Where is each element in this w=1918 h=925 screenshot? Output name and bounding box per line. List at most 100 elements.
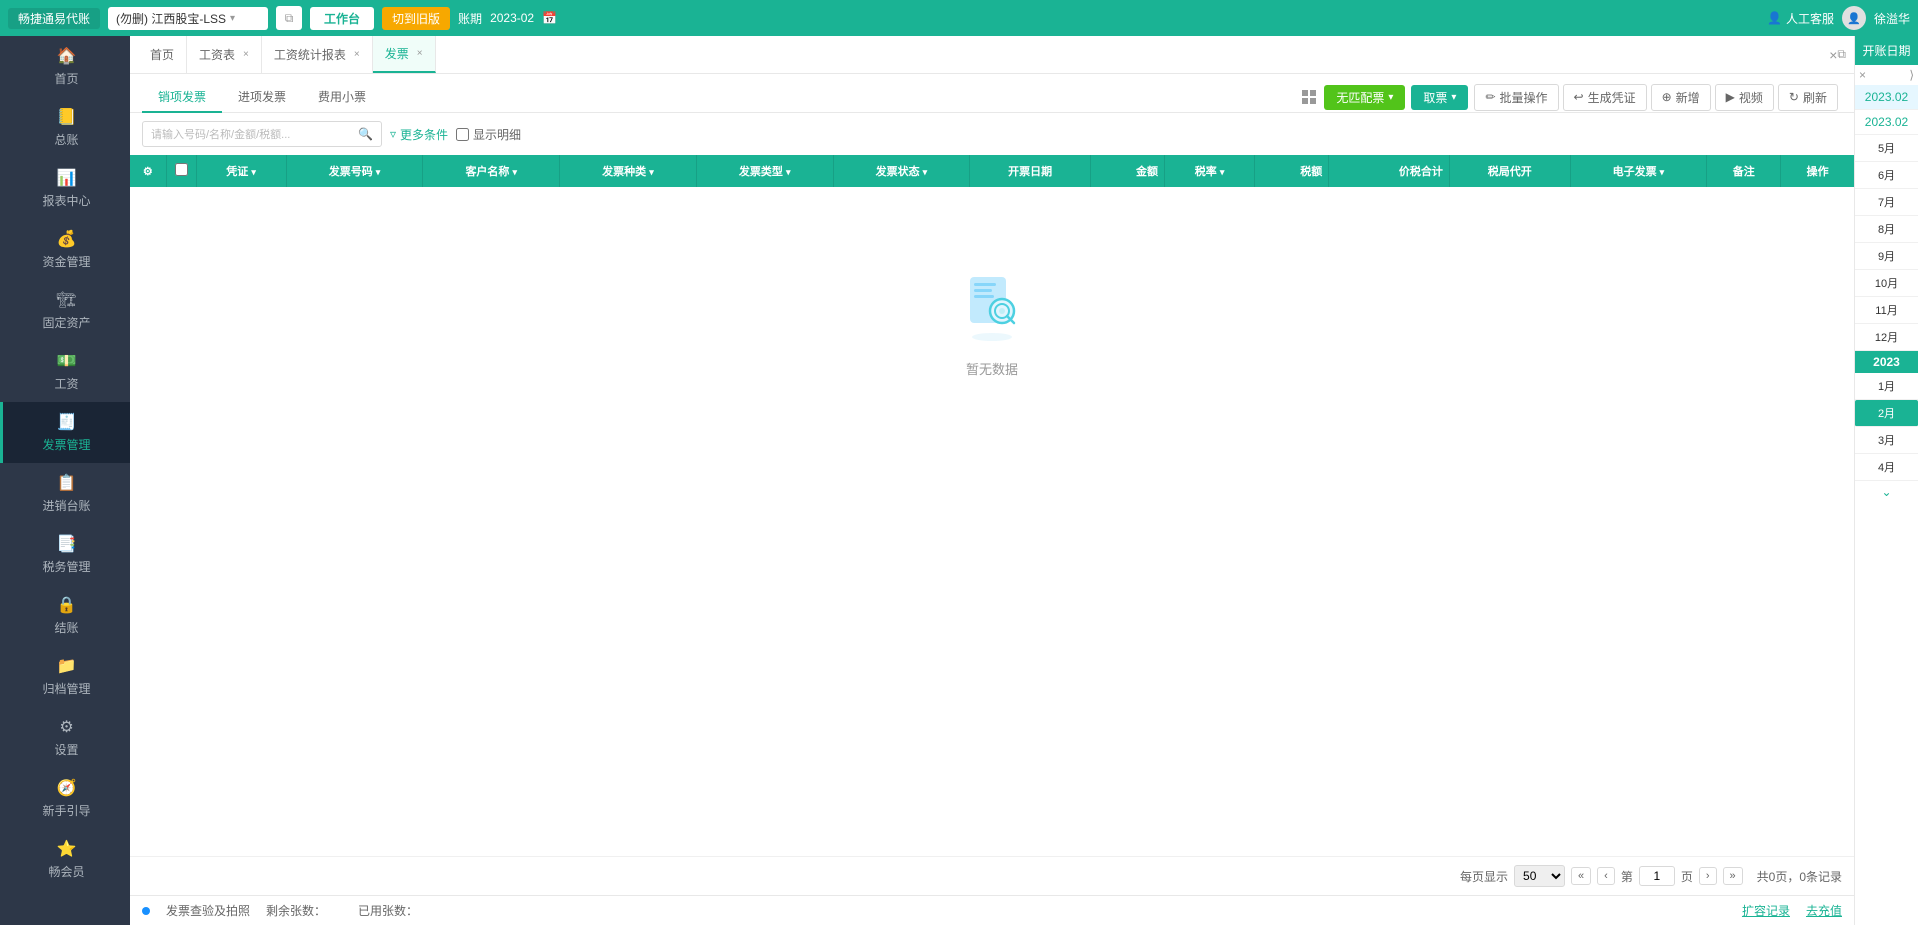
select-all-checkbox[interactable]	[175, 163, 188, 176]
video-icon: ▶	[1726, 90, 1735, 104]
month-11[interactable]: 11月	[1855, 297, 1918, 324]
month-2023-4[interactable]: 4月	[1855, 454, 1918, 481]
col-invoice-type: 发票种类 ▾	[560, 155, 697, 187]
month-2023-3[interactable]: 3月	[1855, 427, 1918, 454]
sub-tab-expense[interactable]: 费用小票	[302, 82, 382, 113]
no-match-btn[interactable]: 无匹配票 ▾	[1324, 85, 1405, 110]
new-icon: ⊕	[1662, 90, 1672, 104]
salary-icon: 💵	[57, 351, 77, 371]
month-12[interactable]: 12月	[1855, 324, 1918, 351]
tab-invoice[interactable]: 发票 ×	[373, 36, 436, 73]
go-charge-link[interactable]: 去充值	[1806, 902, 1842, 919]
company-selector[interactable]: (勿删) 江西股宝-LSS ▾	[108, 7, 268, 30]
col-invoice-no: 发票号码 ▾	[286, 155, 423, 187]
grid-view-icon[interactable]	[1302, 90, 1316, 104]
refresh-icon: ↻	[1789, 90, 1799, 104]
sidebar-item-guide[interactable]: 🧭 新手引导	[0, 768, 130, 829]
month-7[interactable]: 7月	[1855, 189, 1918, 216]
prev-page-btn[interactable]: ‹	[1597, 867, 1615, 885]
sidebar-item-member[interactable]: ⭐ 畅会员	[0, 829, 130, 890]
sidebar-item-tax[interactable]: 📑 税务管理	[0, 524, 130, 585]
col-invoice-category: 发票类型 ▾	[696, 155, 833, 187]
show-details-label[interactable]: 显示明细	[456, 126, 521, 143]
generate-voucher-btn[interactable]: ↩ 生成凭证	[1563, 84, 1647, 111]
month-8[interactable]: 8月	[1855, 216, 1918, 243]
period-calendar-icon[interactable]: 📅	[542, 11, 557, 25]
sub-tab-purchase[interactable]: 进项发票	[222, 82, 302, 113]
sidebar-item-settings[interactable]: ⚙ 设置	[0, 707, 130, 768]
calendar-expand-bottom[interactable]: ⌄	[1855, 481, 1918, 503]
tab-salary-close[interactable]: ×	[243, 49, 249, 60]
col-customer: 客户名称 ▾	[423, 155, 560, 187]
calendar-close-icon[interactable]: ×	[1859, 68, 1866, 82]
get-ticket-btn[interactable]: 取票 ▾	[1411, 85, 1468, 110]
guide-icon: 🧭	[57, 778, 77, 798]
tab-salary[interactable]: 工资表 ×	[187, 36, 262, 73]
tab-maximize-btn[interactable]: ⧉	[1837, 47, 1846, 62]
sidebar-item-assets[interactable]: 🏗 固定资产	[0, 280, 130, 341]
tab-home[interactable]: 首页	[138, 36, 187, 73]
batch-ops-btn[interactable]: ✏ 批量操作	[1474, 84, 1558, 111]
sort-invoice-type-icon: ▾	[649, 167, 654, 177]
bottom-bar: 发票查验及拍照 剩余张数： 已用张数： 扩容记录 去充值	[130, 895, 1854, 925]
sub-tab-sales[interactable]: 销项发票	[142, 82, 222, 113]
content-area: 首页 工资表 × 工资统计报表 × 发票 × × ⧉ 销项发票	[130, 36, 1854, 925]
switch-version-button[interactable]: 切到旧版	[382, 7, 450, 30]
reports-icon: 📊	[57, 168, 77, 188]
sidebar-item-salary[interactable]: 💵 工资	[0, 341, 130, 402]
month-5[interactable]: 5月	[1855, 135, 1918, 162]
last-page-btn[interactable]: »	[1723, 867, 1743, 885]
copy-btn[interactable]: ⧉	[276, 6, 302, 30]
tab-invoice-close[interactable]: ×	[417, 48, 423, 59]
tab-close-btn[interactable]: ×	[1829, 47, 1837, 63]
sort-tax-rate-icon: ▾	[1220, 167, 1225, 177]
show-details-checkbox[interactable]	[456, 128, 469, 141]
sidebar-item-invoice[interactable]: 🧾 发票管理	[0, 402, 130, 463]
invoice-table: ⚙ 凭证 ▾ 发票号码 ▾ 客户名称 ▾ 发票种类 ▾ 发票类型 ▾ 发票状态 …	[130, 155, 1854, 458]
user-service[interactable]: 👤 人工客服	[1767, 10, 1834, 27]
sidebar-item-sales[interactable]: 📋 进销台账	[0, 463, 130, 524]
page-input[interactable]	[1639, 866, 1675, 886]
more-conditions-btn[interactable]: ▿ 更多条件	[390, 126, 448, 143]
sidebar-item-archive[interactable]: 📁 归档管理	[0, 646, 130, 707]
refresh-btn[interactable]: ↻ 刷新	[1778, 84, 1838, 111]
month-9[interactable]: 9月	[1855, 243, 1918, 270]
month-2023-1[interactable]: 1月	[1855, 373, 1918, 400]
tab-salary-stats[interactable]: 工资统计报表 ×	[262, 36, 373, 73]
remaining-label: 剩余张数：	[266, 902, 326, 919]
sort-voucher-icon: ▾	[251, 167, 256, 177]
search-box[interactable]: 请输入号码/名称/金额/税额... 🔍	[142, 121, 382, 147]
close-icon: 🔒	[57, 595, 77, 615]
col-action: 操作	[1781, 155, 1854, 187]
col-open-date: 开票日期	[970, 155, 1091, 187]
tab-salary-stats-close[interactable]: ×	[354, 49, 360, 60]
month-10[interactable]: 10月	[1855, 270, 1918, 297]
period-2023-02-a[interactable]: 2023.02	[1855, 85, 1918, 110]
add-member-link[interactable]: 扩容记录	[1742, 902, 1790, 919]
first-page-btn[interactable]: «	[1571, 867, 1591, 885]
expand-arrow-icon: ⌄	[1881, 485, 1891, 499]
sidebar-item-home[interactable]: 🏠 首页	[0, 36, 130, 97]
workspace-button[interactable]: 工作台	[310, 7, 374, 30]
sidebar-item-reports[interactable]: 📊 报表中心	[0, 158, 130, 219]
col-tax-office: 税局代开	[1449, 155, 1570, 187]
per-page-select[interactable]: 50 10 20 100	[1514, 865, 1565, 887]
per-page-label: 每页显示	[1460, 868, 1508, 885]
sort-status-icon: ▾	[923, 167, 928, 177]
app-logo: 畅捷通易代账	[8, 8, 100, 29]
new-btn[interactable]: ⊕ 新增	[1651, 84, 1711, 111]
open-period-btn[interactable]: 开账日期	[1855, 36, 1918, 65]
col-total: 价税合计	[1329, 155, 1450, 187]
sidebar-item-funds[interactable]: 💰 资金管理	[0, 219, 130, 280]
sidebar-item-close[interactable]: 🔒 结账	[0, 585, 130, 646]
video-btn[interactable]: ▶ 视频	[1715, 84, 1774, 111]
member-icon: ⭐	[57, 839, 77, 859]
ledger-icon: 📒	[57, 107, 77, 127]
page-label: 第	[1621, 868, 1633, 885]
month-2023-2-active[interactable]: 2月	[1855, 400, 1918, 427]
calendar-expand-icon[interactable]: ⟩	[1909, 68, 1914, 82]
period-2023-02-b[interactable]: 2023.02	[1855, 110, 1918, 135]
next-page-btn[interactable]: ›	[1699, 867, 1717, 885]
sidebar-item-ledger[interactable]: 📒 总账	[0, 97, 130, 158]
month-6[interactable]: 6月	[1855, 162, 1918, 189]
